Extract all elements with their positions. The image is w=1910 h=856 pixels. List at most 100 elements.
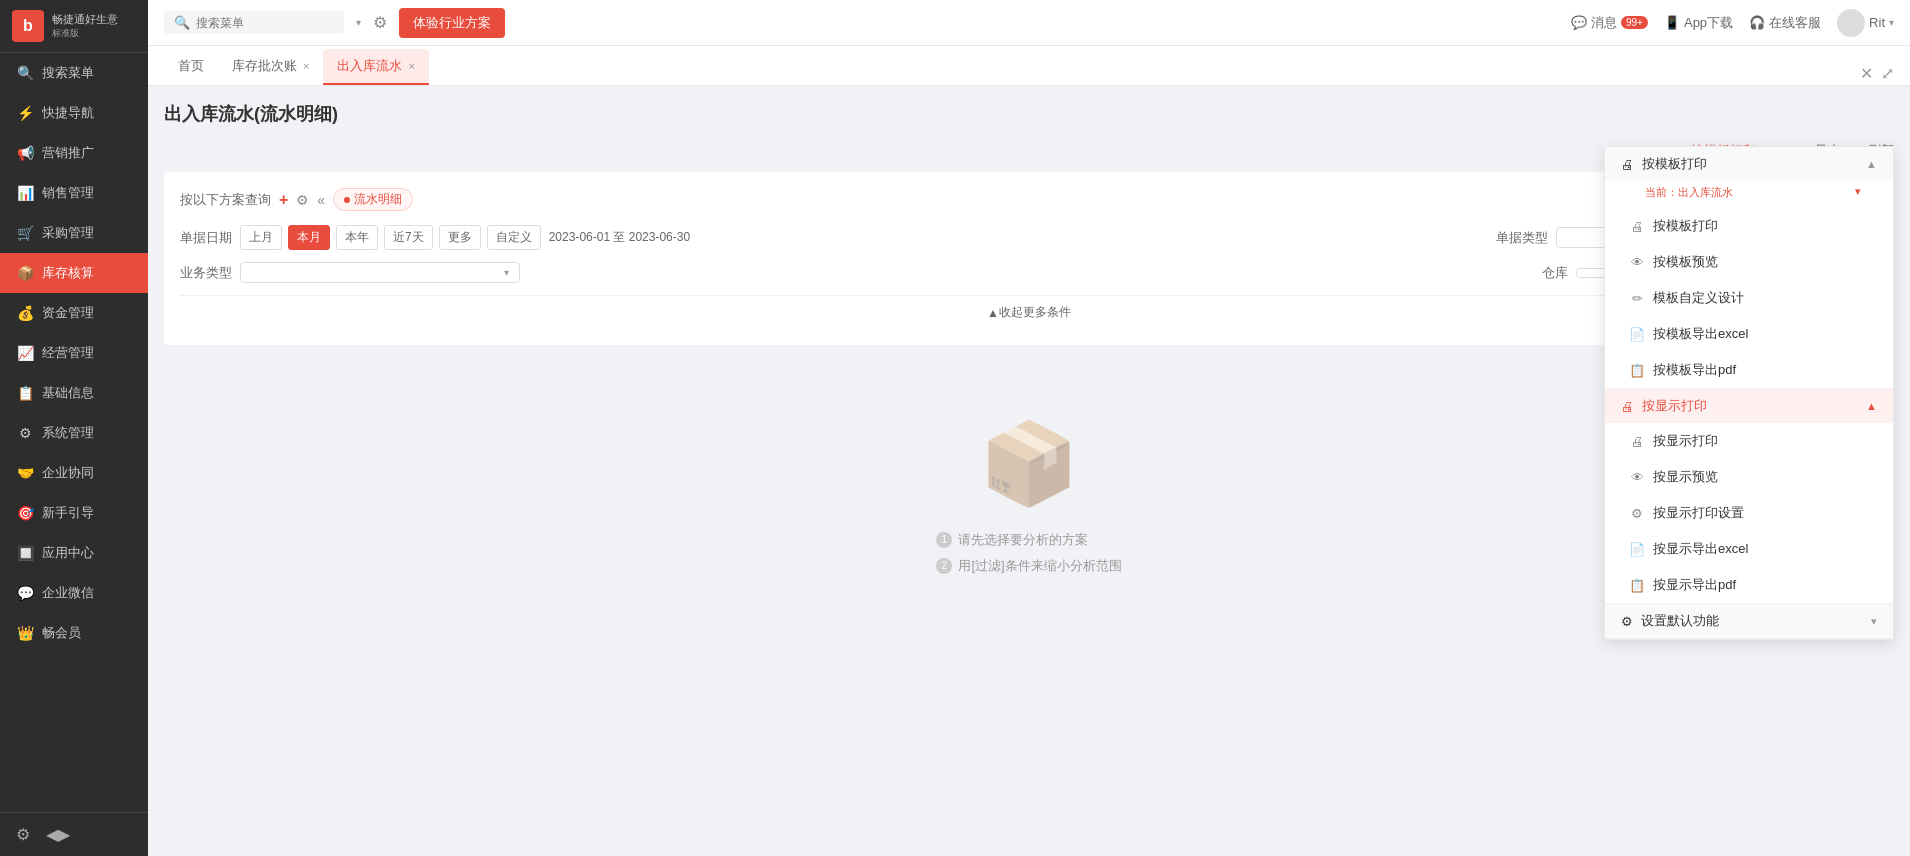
- search-settings-icon[interactable]: ⚙: [296, 192, 309, 208]
- user-name: Rit: [1869, 15, 1885, 30]
- dp-default-label: ⚙ 设置默认功能: [1621, 612, 1719, 630]
- sidebar-icon: 📊: [16, 184, 34, 202]
- user-avatar: [1837, 9, 1865, 37]
- dp-item-1-icon: 👁: [1629, 254, 1645, 270]
- settings-icon[interactable]: ⚙: [16, 825, 30, 844]
- tab-maximize[interactable]: ⤢: [1881, 64, 1894, 83]
- trial-button[interactable]: 体验行业方案: [399, 8, 505, 38]
- dp-item-0-icon: 🖨: [1629, 218, 1645, 234]
- dp-main-header[interactable]: 🖨 按模板打印 ▲: [1605, 147, 1893, 181]
- date-7-days[interactable]: 近7天: [384, 225, 433, 250]
- sidebar-item-畅会员[interactable]: 👑 畅会员: [0, 613, 148, 653]
- tip-num-1: 1: [936, 532, 952, 548]
- date-more[interactable]: 更多: [439, 225, 481, 250]
- sidebar-item-快捷导航[interactable]: ⚡ 快捷导航: [0, 93, 148, 133]
- dp-current-text: 当前：出入库流水: [1645, 186, 1733, 198]
- user-avatar-area[interactable]: Rit ▾: [1837, 9, 1894, 37]
- dp-item-print-settings-display[interactable]: ⚙ 按显示打印设置: [1605, 495, 1893, 531]
- dp-s2-item-1-icon: 👁: [1629, 469, 1645, 485]
- topbar-gear-icon[interactable]: ⚙: [373, 13, 387, 32]
- sidebar-item-搜索菜单[interactable]: 🔍 搜索菜单: [0, 53, 148, 93]
- business-type-label: 业务类型: [180, 264, 232, 282]
- business-type-select[interactable]: ▾: [240, 262, 520, 283]
- dp-item-0-label: 按模板打印: [1653, 217, 1718, 235]
- dp-item-export-excel-display[interactable]: 📄 按显示导出excel: [1605, 531, 1893, 567]
- dp-item-export-pdf-template[interactable]: 📋 按模板导出pdf: [1605, 352, 1893, 388]
- dp-display-arrow: ▲: [1866, 400, 1877, 412]
- dp-title: 按模板打印: [1642, 155, 1707, 173]
- sidebar-label: 畅会员: [42, 624, 81, 642]
- dp-item-2-label: 模板自定义设计: [1653, 289, 1744, 307]
- date-last-month[interactable]: 上月: [240, 225, 282, 250]
- dp-section-arrow-up: ▲: [1866, 158, 1877, 170]
- sidebar-icon: 📈: [16, 344, 34, 362]
- date-field-label: 单据日期: [180, 229, 232, 247]
- sidebar-item-库存核算[interactable]: 📦 库存核算: [0, 253, 148, 293]
- dp-display-title: 按显示打印: [1642, 397, 1707, 415]
- empty-tip-1: 请先选择要分析的方案: [958, 527, 1088, 553]
- sidebar-item-销售管理[interactable]: 📊 销售管理: [0, 173, 148, 213]
- sidebar-icon: 👑: [16, 624, 34, 642]
- sidebar-item-应用中心[interactable]: 🔲 应用中心: [0, 533, 148, 573]
- date-this-month[interactable]: 本月: [288, 225, 330, 250]
- app-download-icon: 📱: [1664, 15, 1680, 30]
- collapse-label: 收起更多条件: [999, 304, 1071, 321]
- dp-item-export-pdf-display[interactable]: 📋 按显示导出pdf: [1605, 567, 1893, 603]
- sidebar-icon: 🔲: [16, 544, 34, 562]
- app-download-item[interactable]: 📱 App下载: [1664, 14, 1733, 32]
- sidebar-label: 企业微信: [42, 584, 94, 602]
- tab-stock-flow-label: 出入库流水: [337, 57, 402, 75]
- dp-default-header[interactable]: ⚙ 设置默认功能 ▾: [1605, 604, 1893, 638]
- sidebar-item-资金管理[interactable]: 💰 资金管理: [0, 293, 148, 333]
- sidebar-item-采购管理[interactable]: 🛒 采购管理: [0, 213, 148, 253]
- sidebar-label: 系统管理: [42, 424, 94, 442]
- tab-home[interactable]: 首页: [164, 49, 218, 85]
- dp-default-arrow: ▾: [1871, 615, 1877, 628]
- dp-item-export-excel-template[interactable]: 📄 按模板导出excel: [1605, 316, 1893, 352]
- tabs-bar: 首页 库存批次账 × 出入库流水 × ✕ ⤢: [148, 46, 1910, 86]
- sidebar-item-企业协同[interactable]: 🤝 企业协同: [0, 453, 148, 493]
- dp-display-header[interactable]: 🖨 按显示打印 ▲: [1605, 389, 1893, 423]
- search-add-icon[interactable]: +: [279, 191, 288, 209]
- empty-state-icon: 📦: [979, 417, 1079, 511]
- sidebar-icon: ⚡: [16, 104, 34, 122]
- tab-inventory-batch-close[interactable]: ×: [303, 60, 309, 72]
- message-label: 消息: [1591, 14, 1617, 32]
- tab-stock-flow[interactable]: 出入库流水 ×: [323, 49, 428, 85]
- empty-tip-row-1: 1 请先选择要分析的方案: [936, 527, 1121, 553]
- dp-s2-item-0-icon: 🖨: [1629, 433, 1645, 449]
- sidebar-item-新手引导[interactable]: 🎯 新手引导: [0, 493, 148, 533]
- dp-item-print-template[interactable]: 🖨 按模板打印: [1605, 208, 1893, 244]
- date-custom[interactable]: 自定义: [487, 225, 541, 250]
- collapse-icon[interactable]: ◀▶: [46, 825, 70, 844]
- topbar-search-box[interactable]: 🔍: [164, 11, 344, 34]
- dp-item-print-display[interactable]: 🖨 按显示打印: [1605, 423, 1893, 459]
- search-icon: 🔍: [174, 15, 190, 30]
- business-type-field: 业务类型 ▾: [180, 262, 520, 283]
- sidebar-icon: 📢: [16, 144, 34, 162]
- dp-display-icon: 🖨: [1621, 399, 1634, 414]
- sidebar-item-基础信息[interactable]: 📋 基础信息: [0, 373, 148, 413]
- message-item[interactable]: 💬 消息 99+: [1571, 14, 1648, 32]
- search-dropdown-icon[interactable]: ▾: [356, 17, 361, 28]
- tab-inventory-batch[interactable]: 库存批次账 ×: [218, 49, 323, 85]
- sidebar-item-企业微信[interactable]: 💬 企业微信: [0, 573, 148, 613]
- dp-item-preview-display[interactable]: 👁 按显示预览: [1605, 459, 1893, 495]
- tab-close-all[interactable]: ✕: [1860, 64, 1873, 83]
- search-input[interactable]: [196, 16, 316, 30]
- online-service-item[interactable]: 🎧 在线客服: [1749, 14, 1821, 32]
- sidebar-item-系统管理[interactable]: ⚙ 系统管理: [0, 413, 148, 453]
- dp-item-preview-template[interactable]: 👁 按模板预览: [1605, 244, 1893, 280]
- dp-s2-item-3-label: 按显示导出excel: [1653, 540, 1748, 558]
- dp-display-header-label: 🖨 按显示打印: [1621, 397, 1707, 415]
- sidebar-item-经营管理[interactable]: 📈 经营管理: [0, 333, 148, 373]
- tab-stock-flow-close[interactable]: ×: [408, 60, 414, 72]
- search-collapse-icon[interactable]: «: [317, 192, 325, 208]
- dp-s2-item-2-icon: ⚙: [1629, 505, 1645, 521]
- dp-s2-item-3-icon: 📄: [1629, 541, 1645, 557]
- sidebar-item-营销推广[interactable]: 📢 营销推广: [0, 133, 148, 173]
- search-by-label: 按以下方案查询: [180, 191, 271, 209]
- dp-item-custom-design[interactable]: ✏ 模板自定义设计: [1605, 280, 1893, 316]
- filter-tag-label: 流水明细: [354, 191, 402, 208]
- date-this-year[interactable]: 本年: [336, 225, 378, 250]
